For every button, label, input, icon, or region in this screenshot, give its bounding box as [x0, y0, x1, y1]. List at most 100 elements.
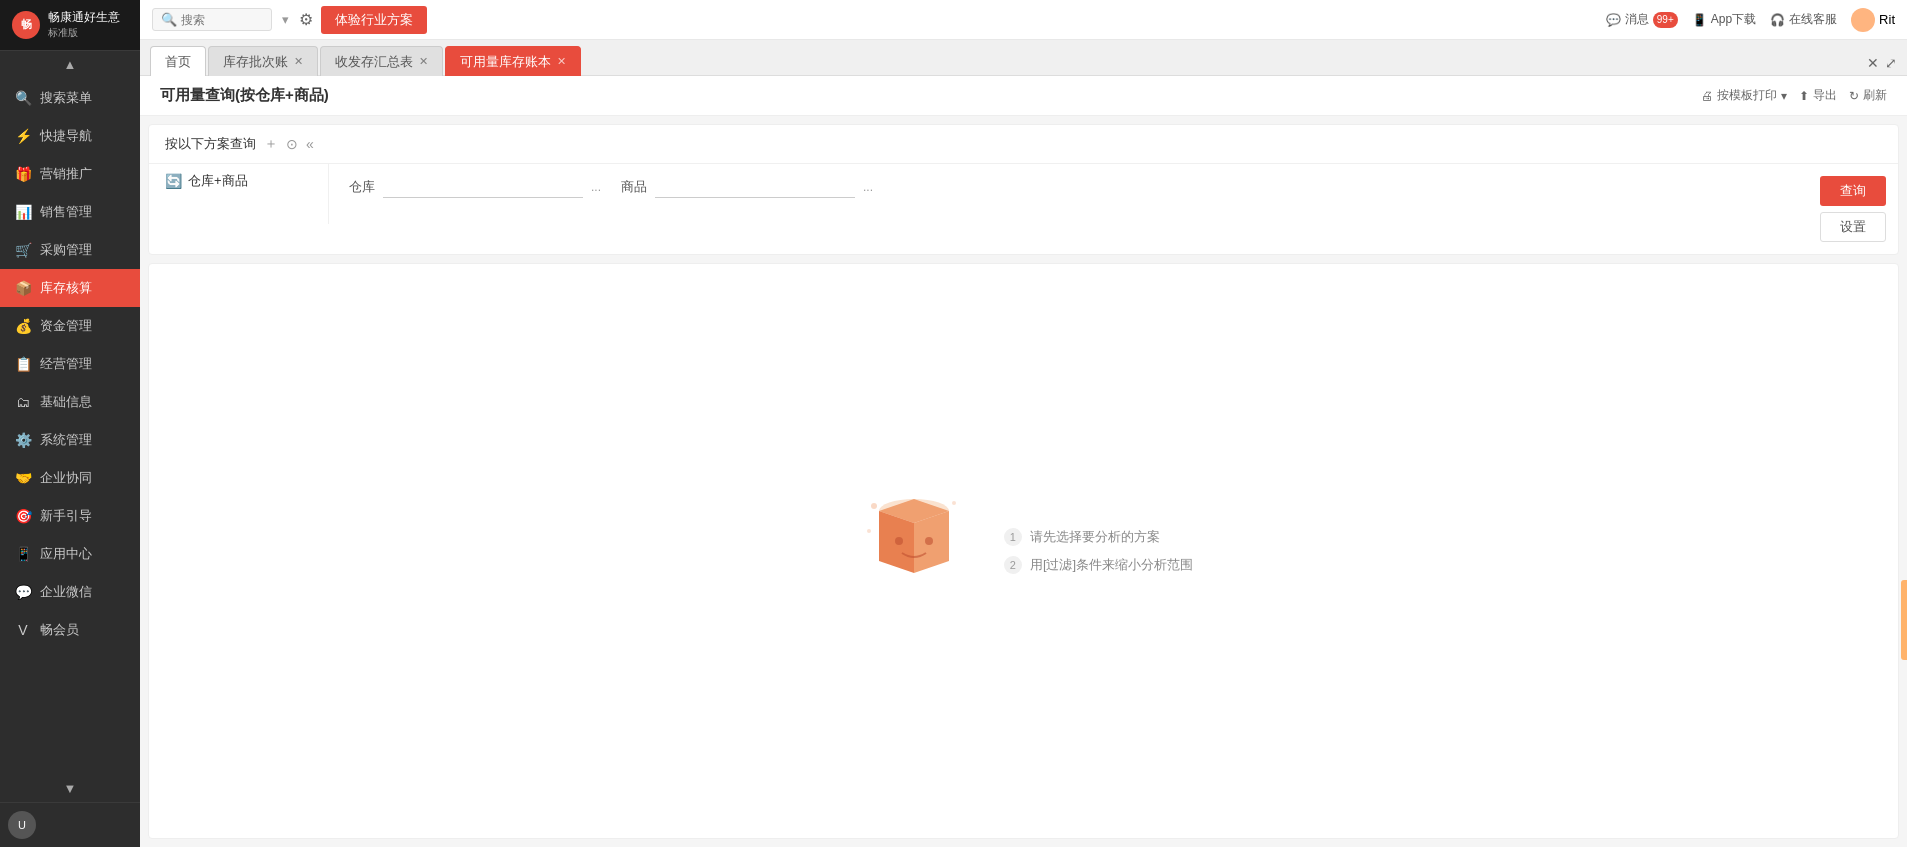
query-btn[interactable]: 查询 [1820, 176, 1886, 206]
wechat-icon: 💬 [14, 584, 32, 600]
app-icon: 📱 [1692, 13, 1707, 27]
finance-icon: 💰 [14, 318, 32, 334]
sidebar-item-appcenter[interactable]: 📱应用中心 [0, 535, 140, 573]
sidebar-header: 畅 畅康通好生意 标准版 [0, 0, 140, 51]
tab-batch-account[interactable]: 库存批次账✕ [208, 46, 318, 76]
user-menu[interactable]: Rit [1851, 8, 1895, 32]
tab-close-collect-summary[interactable]: ✕ [419, 55, 428, 68]
filter-fields: 仓库 ... 商品 ... [329, 164, 1808, 210]
sidebar-item-operations[interactable]: 📋经营管理 [0, 345, 140, 383]
system-icon: ⚙️ [14, 432, 32, 448]
sales-icon: 📊 [14, 204, 32, 220]
close-tab-window-btn[interactable]: ✕ [1867, 55, 1879, 71]
export-btn[interactable]: ⬆ 导出 [1799, 87, 1837, 104]
newbie-icon: 🎯 [14, 508, 32, 524]
tab-home[interactable]: 首页 [150, 46, 206, 76]
page-title: 可用量查询(按仓库+商品) [160, 86, 329, 105]
sidebar-item-system[interactable]: ⚙️系统管理 [0, 421, 140, 459]
warehouse-more-btn[interactable]: ... [591, 180, 601, 194]
sidebar-scroll-up[interactable]: ▲ [0, 51, 140, 79]
filter-collapse-btn[interactable]: « [306, 136, 314, 152]
warehouse-field: 仓库 ... [349, 176, 601, 198]
settings-btn[interactable]: 设置 [1820, 212, 1886, 242]
warehouse-field-label: 仓库 [349, 178, 375, 196]
warehouse-input[interactable] [383, 176, 583, 198]
filter-manage-btn[interactable]: ⊙ [286, 136, 298, 152]
right-edge-indicator [1901, 580, 1907, 660]
tab-collect-summary[interactable]: 收发存汇总表✕ [320, 46, 443, 76]
product-input[interactable] [655, 176, 855, 198]
user-name: Rit [1879, 12, 1895, 27]
filter-schemes: 🔄仓库+商品 [149, 164, 329, 224]
app-download-label: App下载 [1711, 11, 1756, 28]
sidebar-item-marketing[interactable]: 🎁营销推广 [0, 155, 140, 193]
settings-icon[interactable]: ⚙ [299, 10, 313, 29]
sidebar-item-shortcut[interactable]: ⚡快捷导航 [0, 117, 140, 155]
search-dropdown-icon[interactable]: ▾ [280, 10, 291, 29]
sidebar-item-purchase[interactable]: 🛒采购管理 [0, 231, 140, 269]
sidebar-subtitle: 标准版 [48, 26, 120, 40]
message-icon: 💬 [1606, 13, 1621, 27]
sidebar-item-sales[interactable]: 📊销售管理 [0, 193, 140, 231]
search-input[interactable] [181, 13, 261, 27]
sidebar-item-search[interactable]: 🔍搜索菜单 [0, 79, 140, 117]
page-header: 可用量查询(按仓库+商品) 🖨 按模板打印 ▾ ⬆ 导出 ↻ 刷新 [140, 76, 1907, 116]
sidebar: 畅 畅康通好生意 标准版 ▲ 🔍搜索菜单⚡快捷导航🎁营销推广📊销售管理🛒采购管理… [0, 0, 140, 847]
sidebar-item-enterprise[interactable]: 🤝企业协同 [0, 459, 140, 497]
message-label: 消息 [1625, 11, 1649, 28]
sidebar-item-newbie[interactable]: 🎯新手引导 [0, 497, 140, 535]
message-btn[interactable]: 💬 消息 99+ [1606, 11, 1678, 28]
main-area: 🔍 ▾ ⚙ 体验行业方案 💬 消息 99+ 📱 App下载 🎧 在线客服 Rit [140, 0, 1907, 847]
sidebar-title: 畅康通好生意 [48, 10, 120, 26]
filter-panel: 按以下方案查询 ＋ ⊙ « 🔄仓库+商品 仓库 ... 商品 [148, 124, 1899, 255]
hint-item-1: 1 请先选择要分析的方案 [1004, 528, 1193, 546]
filter-add-btn[interactable]: ＋ [264, 135, 278, 153]
print-btn[interactable]: 🖨 按模板打印 ▾ [1701, 87, 1787, 104]
tab-close-batch-account[interactable]: ✕ [294, 55, 303, 68]
online-service-label: 在线客服 [1789, 11, 1837, 28]
export-label: 导出 [1813, 87, 1837, 104]
sidebar-item-finance[interactable]: 💰资金管理 [0, 307, 140, 345]
filter-scheme-warehouse-product[interactable]: 🔄仓库+商品 [149, 164, 328, 198]
sidebar-item-member[interactable]: V畅会员 [0, 611, 140, 649]
sidebar-item-wechat[interactable]: 💬企业微信 [0, 573, 140, 611]
tab-available-ledger[interactable]: 可用量库存账本✕ [445, 46, 581, 76]
shortcut-icon: ⚡ [14, 128, 32, 144]
empty-hints: 1 请先选择要分析的方案 2 用[过滤]条件来缩小分析范围 [1004, 528, 1193, 574]
sidebar-logo: 畅 [12, 11, 40, 39]
svg-point-4 [895, 537, 903, 545]
box-illustration [854, 491, 974, 611]
refresh-btn[interactable]: ↻ 刷新 [1849, 87, 1887, 104]
basic-icon: 🗂 [14, 394, 32, 410]
member-icon: V [14, 622, 32, 638]
svg-point-7 [952, 501, 956, 505]
page-actions: 🖨 按模板打印 ▾ ⬆ 导出 ↻ 刷新 [1701, 87, 1887, 104]
product-more-btn[interactable]: ... [863, 180, 873, 194]
expand-tab-window-btn[interactable]: ⤢ [1885, 55, 1897, 71]
svg-point-5 [925, 537, 933, 545]
message-badge: 99+ [1653, 12, 1678, 28]
app-download-btn[interactable]: 📱 App下载 [1692, 11, 1756, 28]
operations-icon: 📋 [14, 356, 32, 372]
topbar: 🔍 ▾ ⚙ 体验行业方案 💬 消息 99+ 📱 App下载 🎧 在线客服 Rit [140, 0, 1907, 40]
sidebar-user[interactable]: U [0, 802, 140, 847]
hint-item-2: 2 用[过滤]条件来缩小分析范围 [1004, 556, 1193, 574]
export-icon: ⬆ [1799, 89, 1809, 103]
tab-close-available-ledger[interactable]: ✕ [557, 55, 566, 68]
refresh-label: 刷新 [1863, 87, 1887, 104]
filter-body: 🔄仓库+商品 仓库 ... 商品 ... 查询 设置 [149, 164, 1898, 254]
sidebar-item-basic[interactable]: 🗂基础信息 [0, 383, 140, 421]
sidebar-scroll-down[interactable]: ▼ [0, 774, 140, 802]
tabbar: 首页库存批次账✕收发存汇总表✕可用量库存账本✕ ✕ ⤢ [140, 40, 1907, 76]
tab-window-controls: ✕ ⤢ [1867, 55, 1897, 75]
empty-illustration [854, 491, 974, 611]
trial-btn[interactable]: 体验行业方案 [321, 6, 427, 34]
topbar-avatar [1851, 8, 1875, 32]
topbar-search-box[interactable]: 🔍 [152, 8, 272, 31]
sidebar-brand: 畅康通好生意 标准版 [48, 10, 120, 40]
print-label: 按模板打印 [1717, 87, 1777, 104]
print-icon: 🖨 [1701, 89, 1713, 103]
print-dropdown-icon[interactable]: ▾ [1781, 89, 1787, 103]
sidebar-item-inventory[interactable]: 📦库存核算 [0, 269, 140, 307]
online-service-btn[interactable]: 🎧 在线客服 [1770, 11, 1837, 28]
